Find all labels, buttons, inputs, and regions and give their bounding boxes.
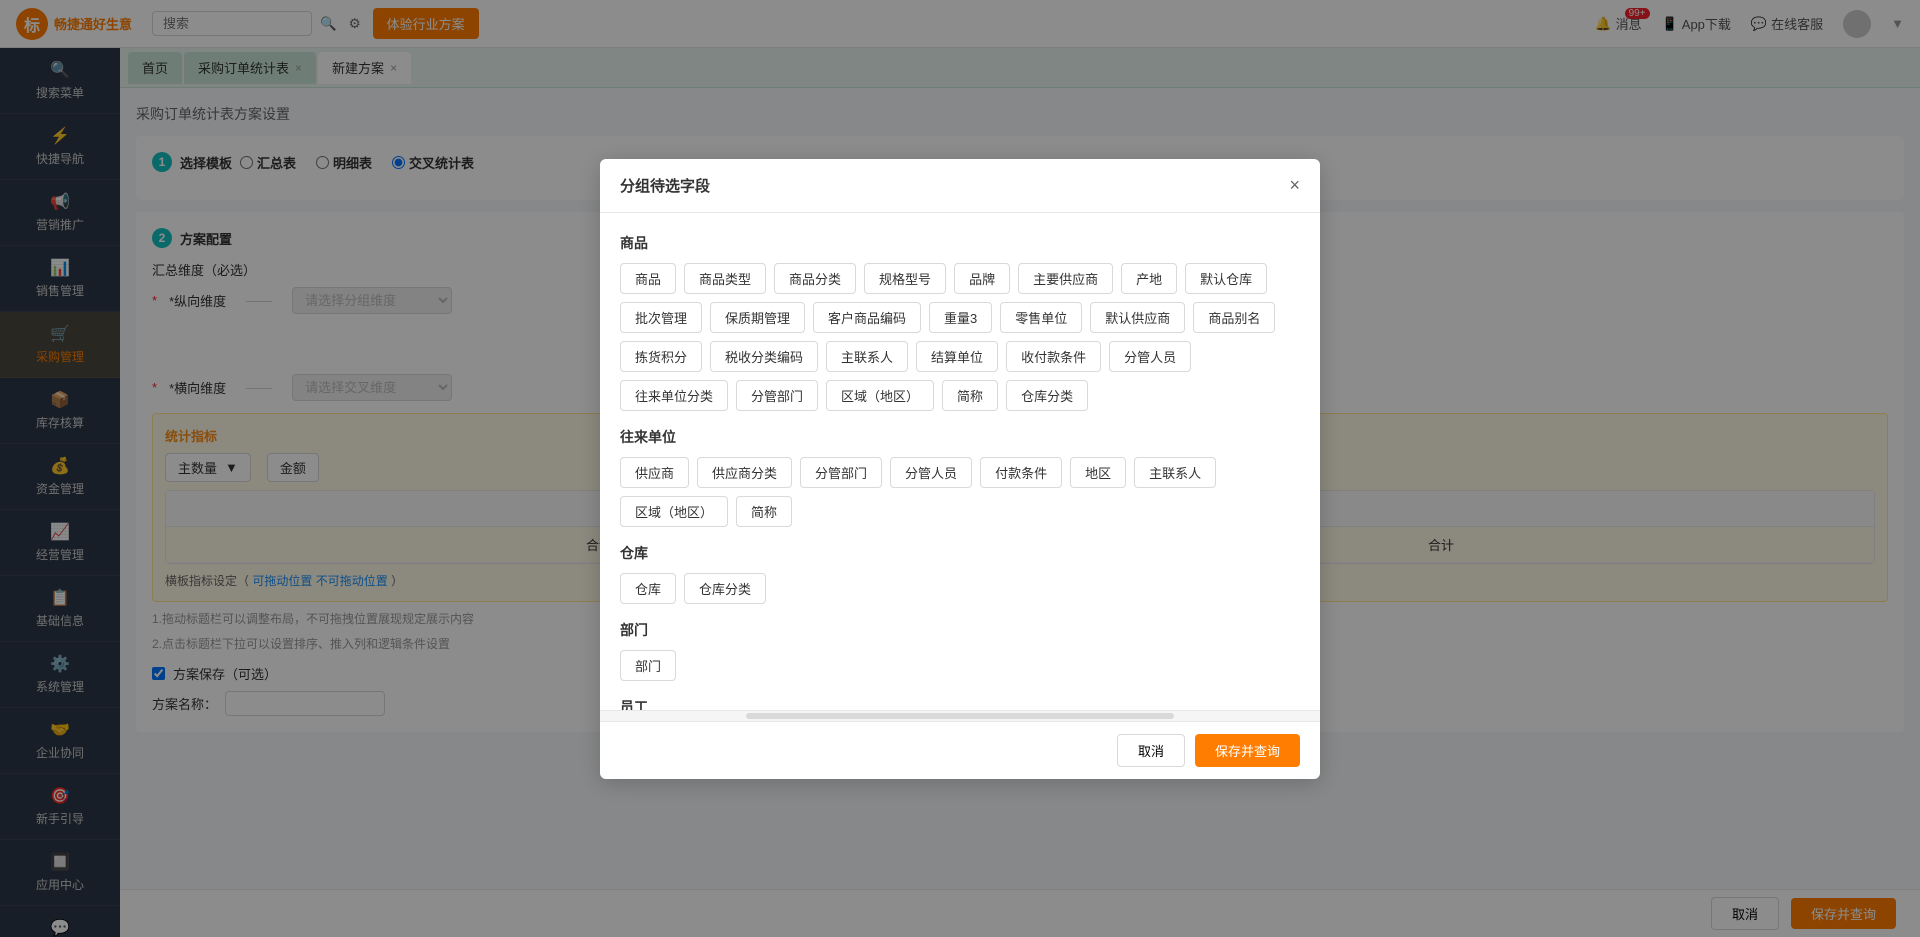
field-partner-category[interactable]: 往来单位分类 xyxy=(620,380,728,411)
field-supervisor[interactable]: 分管人员 xyxy=(1109,341,1191,372)
modal-header: 分组待选字段 × xyxy=(600,159,1320,213)
field-goods-category[interactable]: 商品分类 xyxy=(774,263,856,294)
modal-cancel-btn[interactable]: 取消 xyxy=(1117,734,1185,767)
modal-overlay[interactable]: 分组待选字段 × 商品 商品 商品类型 商品分类 规格型号 品牌 主要供应商 产… xyxy=(0,0,1920,937)
field-default-warehouse[interactable]: 默认仓库 xyxy=(1185,263,1267,294)
field-dept-partner[interactable]: 分管部门 xyxy=(800,457,882,488)
field-pick-points[interactable]: 拣货积分 xyxy=(620,341,702,372)
modal-title: 分组待选字段 xyxy=(620,175,710,196)
dept-field-grid: 部门 xyxy=(620,650,1300,681)
field-region-goods[interactable]: 区域（地区） xyxy=(826,380,934,411)
modal-body: 商品 商品 商品类型 商品分类 规格型号 品牌 主要供应商 产地 默认仓库 批次… xyxy=(600,213,1320,710)
field-payment-cond[interactable]: 付款条件 xyxy=(980,457,1062,488)
section-dept-title: 部门 xyxy=(620,620,1300,640)
section-goods-title: 商品 xyxy=(620,233,1300,253)
field-warehouse-cat[interactable]: 仓库分类 xyxy=(1006,380,1088,411)
modal-footer: 取消 保存并查询 xyxy=(600,721,1320,779)
field-goods-alias[interactable]: 商品别名 xyxy=(1193,302,1275,333)
field-region2-partner[interactable]: 区域（地区） xyxy=(620,496,728,527)
modal: 分组待选字段 × 商品 商品 商品类型 商品分类 规格型号 品牌 主要供应商 产… xyxy=(600,159,1320,779)
field-main-contact[interactable]: 主联系人 xyxy=(826,341,908,372)
field-default-supplier[interactable]: 默认供应商 xyxy=(1090,302,1185,333)
field-main-contact-partner[interactable]: 主联系人 xyxy=(1134,457,1216,488)
field-origin[interactable]: 产地 xyxy=(1121,263,1177,294)
field-person-partner[interactable]: 分管人员 xyxy=(890,457,972,488)
modal-close-btn[interactable]: × xyxy=(1289,175,1300,196)
field-warehouse[interactable]: 仓库 xyxy=(620,573,676,604)
field-supplier-cat[interactable]: 供应商分类 xyxy=(697,457,792,488)
field-abbr-goods[interactable]: 简称 xyxy=(942,380,998,411)
field-goods[interactable]: 商品 xyxy=(620,263,676,294)
partner-field-grid: 供应商 供应商分类 分管部门 分管人员 付款条件 地区 主联系人 区域（地区） … xyxy=(620,457,1300,527)
field-tax-code[interactable]: 税收分类编码 xyxy=(710,341,818,372)
field-spec-type[interactable]: 规格型号 xyxy=(864,263,946,294)
modal-confirm-btn[interactable]: 保存并查询 xyxy=(1195,734,1300,767)
field-goods-type[interactable]: 商品类型 xyxy=(684,263,766,294)
field-batch-mgmt[interactable]: 批次管理 xyxy=(620,302,702,333)
field-region-partner[interactable]: 地区 xyxy=(1070,457,1126,488)
field-supplier[interactable]: 供应商 xyxy=(620,457,689,488)
field-brand[interactable]: 品牌 xyxy=(954,263,1010,294)
field-payment-terms[interactable]: 收付款条件 xyxy=(1006,341,1101,372)
warehouse-field-grid: 仓库 仓库分类 xyxy=(620,573,1300,604)
field-customer-code[interactable]: 客户商品编码 xyxy=(813,302,921,333)
modal-scroll-h[interactable] xyxy=(600,710,1320,721)
field-main-supplier[interactable]: 主要供应商 xyxy=(1018,263,1113,294)
field-dept[interactable]: 部门 xyxy=(620,650,676,681)
section-warehouse-title: 仓库 xyxy=(620,543,1300,563)
h-scroll-thumb[interactable] xyxy=(746,713,1173,719)
field-expiry-mgmt[interactable]: 保质期管理 xyxy=(710,302,805,333)
field-abbr-partner[interactable]: 简称 xyxy=(736,496,792,527)
goods-field-grid: 商品 商品类型 商品分类 规格型号 品牌 主要供应商 产地 默认仓库 批次管理 … xyxy=(620,263,1300,411)
section-partner-title: 往来单位 xyxy=(620,427,1300,447)
field-warehouse-category[interactable]: 仓库分类 xyxy=(684,573,766,604)
field-retail-unit[interactable]: 零售单位 xyxy=(1000,302,1082,333)
field-dept-managed[interactable]: 分管部门 xyxy=(736,380,818,411)
field-weight[interactable]: 重量3 xyxy=(929,302,992,333)
section-employee-title: 员工 xyxy=(620,697,1300,710)
field-settlement-unit[interactable]: 结算单位 xyxy=(916,341,998,372)
